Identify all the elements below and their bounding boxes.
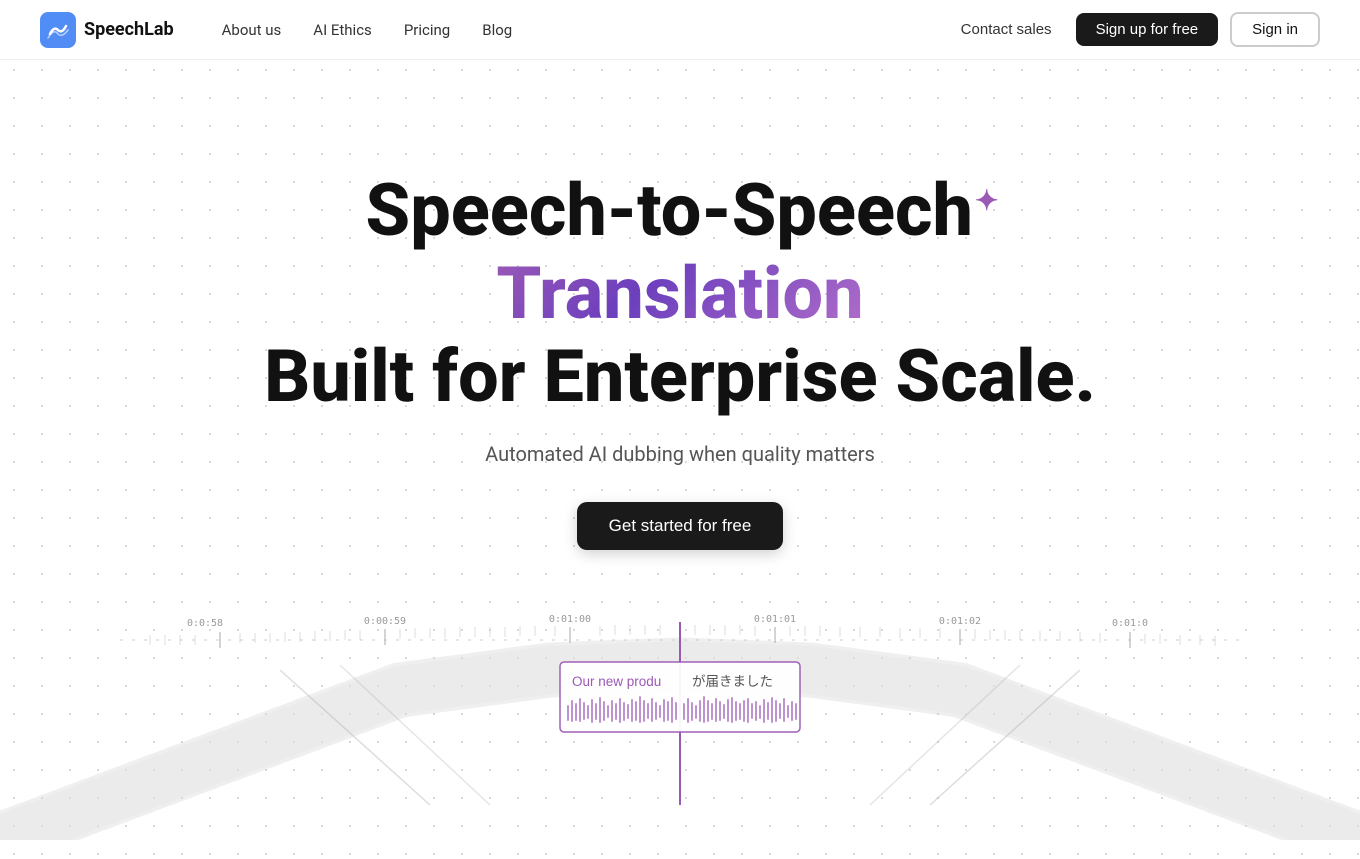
nav-right: Contact sales Sign up for free Sign in <box>949 12 1320 47</box>
svg-text:0:01:0: 0:01:0 <box>1112 618 1148 629</box>
hero-title: Speech-to-Speech✦ Translation Built for E… <box>230 170 1130 418</box>
hero-section: Speech-to-Speech✦ Translation Built for E… <box>0 60 1360 859</box>
navbar: SpeechLab About us AI Ethics Pricing Blo… <box>0 0 1360 60</box>
svg-text:0:0:58: 0:0:58 <box>187 618 223 629</box>
hero-title-part3: Built for Enterprise Scale. <box>230 336 1130 419</box>
svg-text:0:01:02: 0:01:02 <box>939 616 981 627</box>
logo-icon <box>40 12 76 48</box>
logo-text: SpeechLab <box>84 19 174 40</box>
svg-text:Our new produ: Our new produ <box>572 674 661 689</box>
nav-about-us[interactable]: About us <box>210 15 294 45</box>
svg-text:0:00:59: 0:00:59 <box>364 616 406 627</box>
svg-text:0:01:01: 0:01:01 <box>754 614 796 625</box>
sparkle-icon: ✦ <box>975 185 998 217</box>
timeline-wrapper: 0:0:58 0:00:59 0:01:00 0:01:01 0:01:02 0… <box>0 610 1360 840</box>
hero-title-part2: Translation <box>496 251 863 336</box>
nav-left: SpeechLab About us AI Ethics Pricing Blo… <box>40 12 524 48</box>
svg-text:0:01:00: 0:01:00 <box>549 614 591 625</box>
logo[interactable]: SpeechLab <box>40 12 174 48</box>
sign-up-button[interactable]: Sign up for free <box>1076 13 1219 46</box>
contact-sales-button[interactable]: Contact sales <box>949 15 1064 44</box>
hero-title-part1: Speech-to-Speech <box>366 168 973 253</box>
nav-links: About us AI Ethics Pricing Blog <box>210 15 525 45</box>
nav-blog[interactable]: Blog <box>470 15 524 45</box>
nav-ai-ethics[interactable]: AI Ethics <box>301 15 384 45</box>
nav-pricing[interactable]: Pricing <box>392 15 462 45</box>
get-started-button[interactable]: Get started for free <box>577 502 784 550</box>
svg-text:が届きました: が届きました <box>692 674 773 689</box>
track-svg: 0:0:58 0:00:59 0:01:00 0:01:01 0:01:02 0… <box>0 610 1360 840</box>
hero-subtitle: Automated AI dubbing when quality matter… <box>485 442 875 466</box>
sign-in-button[interactable]: Sign in <box>1230 12 1320 47</box>
timeline-section: 0:0:58 0:00:59 0:01:00 0:01:01 0:01:02 0… <box>0 610 1360 840</box>
